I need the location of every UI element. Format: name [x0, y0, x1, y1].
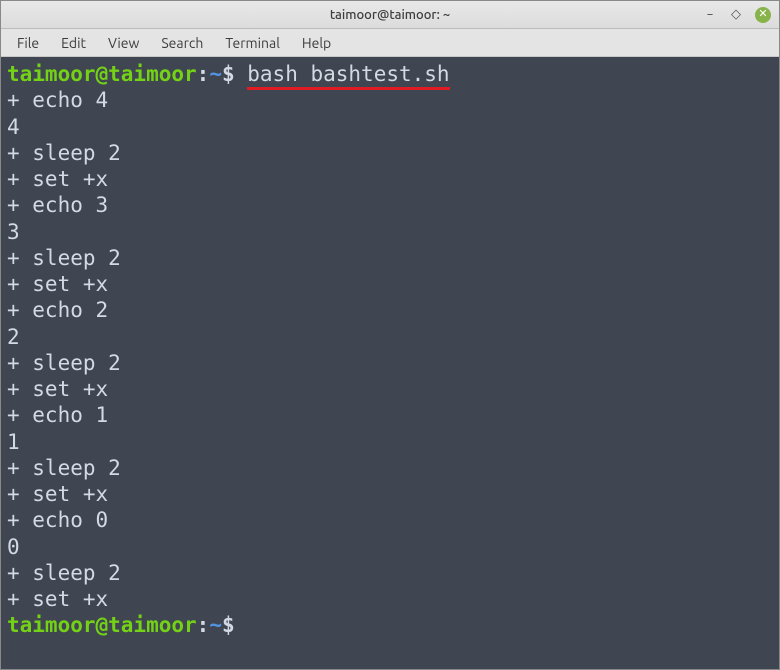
- titlebar: taimoor@taimoor: ~ – ◇ ✕: [1, 1, 779, 29]
- menu-view[interactable]: View: [98, 31, 149, 55]
- prompt-symbol: $: [222, 62, 247, 86]
- output-line: + set +x: [7, 271, 773, 297]
- menu-help[interactable]: Help: [292, 31, 341, 55]
- prompt-line: taimoor@taimoor:~$: [7, 612, 773, 638]
- output-line: + echo 1: [7, 402, 773, 428]
- output-line: + set +x: [7, 166, 773, 192]
- output-line: + echo 2: [7, 297, 773, 323]
- output-line: 4: [7, 114, 773, 140]
- menu-edit[interactable]: Edit: [51, 31, 96, 55]
- menu-file[interactable]: File: [7, 31, 49, 55]
- prompt-symbol: $: [222, 613, 247, 637]
- prompt-line: taimoor@taimoor:~$ bash bashtest.sh: [7, 61, 773, 87]
- window-controls: – ◇ ✕: [703, 7, 771, 23]
- close-button[interactable]: ✕: [755, 7, 771, 23]
- output-line: + echo 0: [7, 507, 773, 533]
- menubar: File Edit View Search Terminal Help: [1, 29, 779, 57]
- prompt-userhost: taimoor@taimoor: [7, 62, 197, 86]
- typed-command: bash bashtest.sh: [247, 62, 449, 90]
- output-line: + set +x: [7, 586, 773, 612]
- output-line: + set +x: [7, 481, 773, 507]
- menu-terminal[interactable]: Terminal: [215, 31, 290, 55]
- output-line: + echo 4: [7, 87, 773, 113]
- prompt-path: ~: [209, 613, 222, 637]
- prompt-userhost: taimoor@taimoor: [7, 613, 197, 637]
- terminal-output[interactable]: taimoor@taimoor:~$ bash bashtest.sh+ ech…: [1, 57, 779, 669]
- output-line: + set +x: [7, 376, 773, 402]
- output-line: + sleep 2: [7, 245, 773, 271]
- output-line: 0: [7, 534, 773, 560]
- minimize-button[interactable]: –: [703, 8, 717, 22]
- prompt-colon: :: [197, 62, 210, 86]
- output-line: + echo 3: [7, 192, 773, 218]
- output-line: + sleep 2: [7, 455, 773, 481]
- output-line: + sleep 2: [7, 350, 773, 376]
- output-line: + sleep 2: [7, 560, 773, 586]
- maximize-button[interactable]: ◇: [729, 8, 743, 22]
- window-title: taimoor@taimoor: ~: [330, 8, 450, 22]
- prompt-colon: :: [197, 613, 210, 637]
- output-line: 3: [7, 219, 773, 245]
- prompt-path: ~: [209, 62, 222, 86]
- output-line: + sleep 2: [7, 140, 773, 166]
- menu-search[interactable]: Search: [151, 31, 213, 55]
- output-line: 2: [7, 324, 773, 350]
- output-line: 1: [7, 429, 773, 455]
- terminal-window: taimoor@taimoor: ~ – ◇ ✕ File Edit View …: [0, 0, 780, 670]
